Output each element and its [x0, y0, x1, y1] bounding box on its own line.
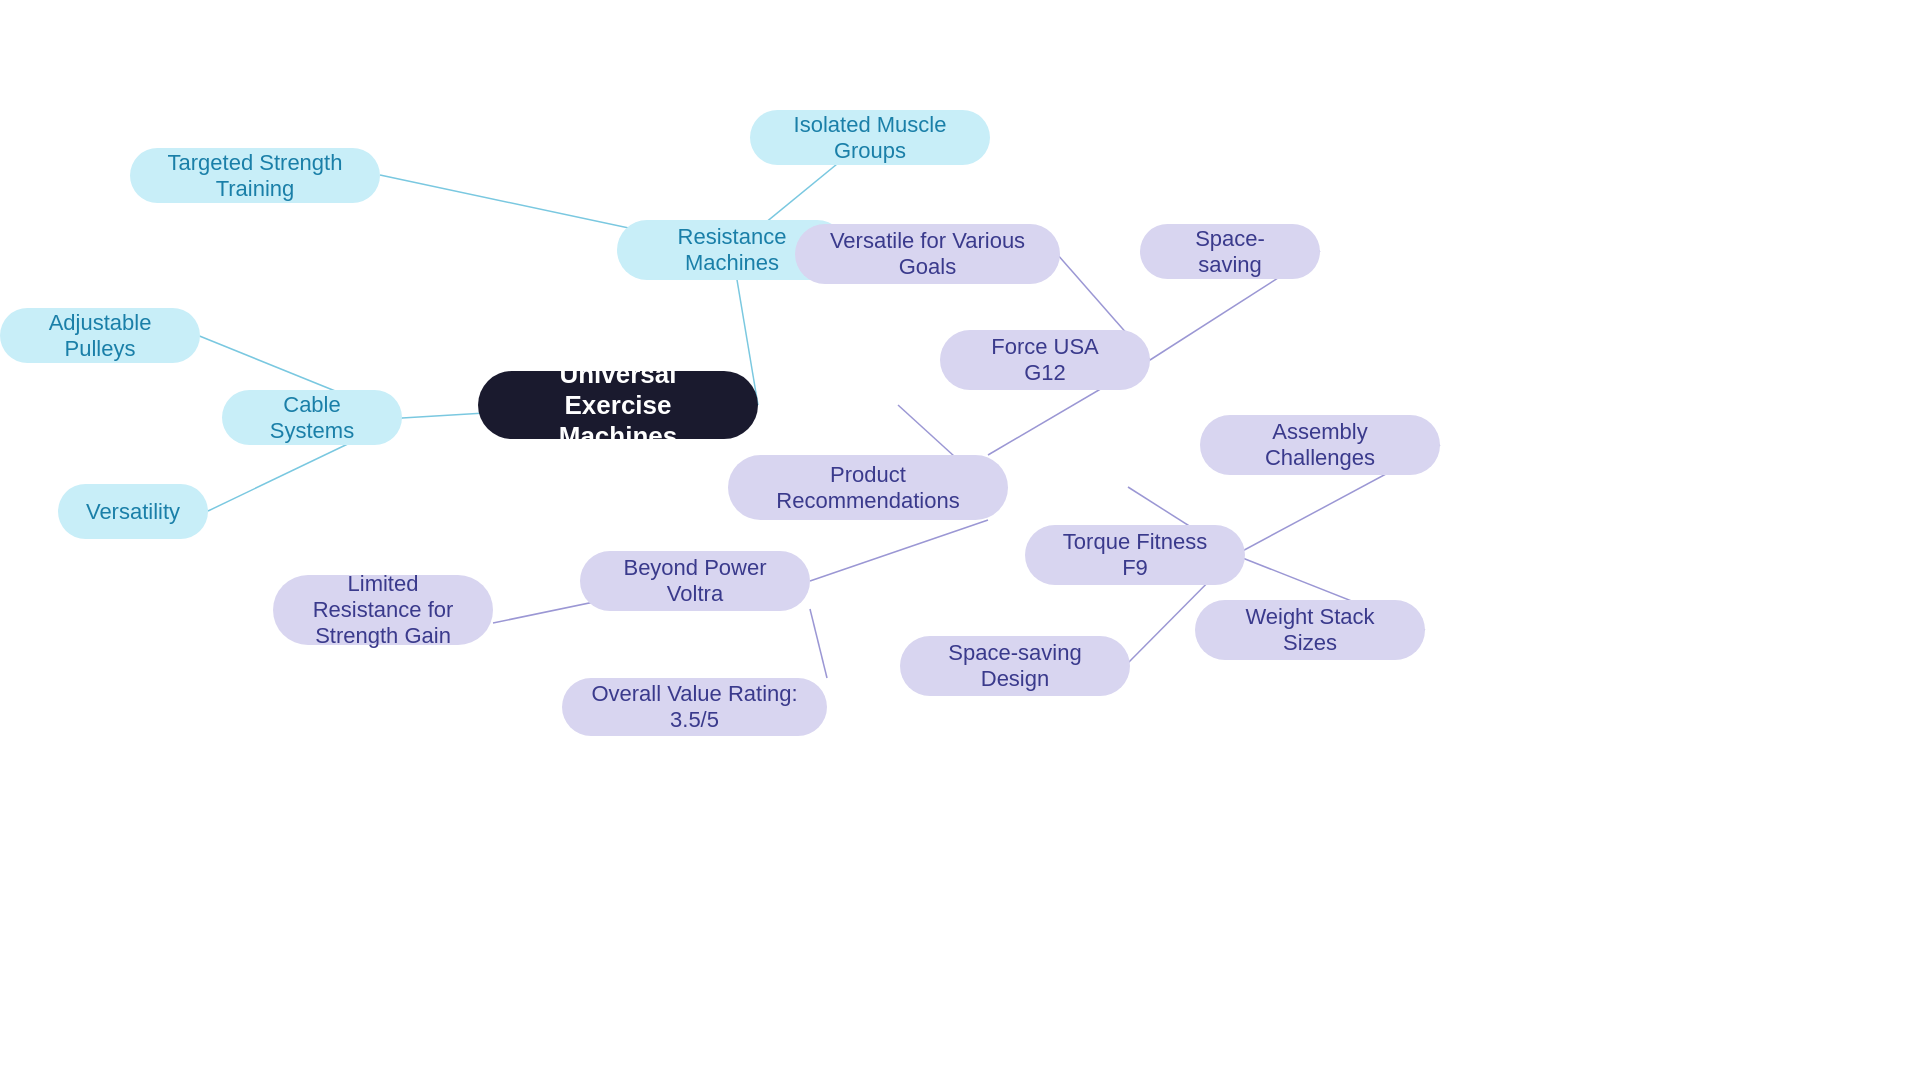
cable-systems-node: Cable Systems — [222, 390, 402, 445]
svg-line-16 — [810, 609, 827, 678]
targeted-strength-node: Targeted Strength Training — [130, 148, 380, 203]
isolated-muscle-node: Isolated Muscle Groups — [750, 110, 990, 165]
space-saving-design-node: Space-saving Design — [900, 636, 1130, 696]
torque-fitness-node: Torque Fitness F9 — [1025, 525, 1245, 585]
versatility-node: Versatility — [58, 484, 208, 539]
adjustable-pulleys-node: Adjustable Pulleys — [0, 308, 200, 363]
assembly-challenges-node: Assembly Challenges — [1200, 415, 1440, 475]
beyond-power-node: Beyond Power Voltra — [580, 551, 810, 611]
product-recommendations-node: Product Recommendations — [728, 455, 1008, 520]
versatile-goals-node: Versatile for Various Goals — [795, 224, 1060, 284]
overall-value-node: Overall Value Rating: 3.5/5 — [562, 678, 827, 736]
limited-resistance-node: Limited Resistance for Strength Gain — [273, 575, 493, 645]
force-usa-node: Force USA G12 — [940, 330, 1150, 390]
space-saving-node: Space-saving — [1140, 224, 1320, 279]
svg-line-14 — [810, 520, 988, 581]
center-node: Universal Exercise Machines — [478, 371, 758, 439]
weight-stack-node: Weight Stack Sizes — [1195, 600, 1425, 660]
